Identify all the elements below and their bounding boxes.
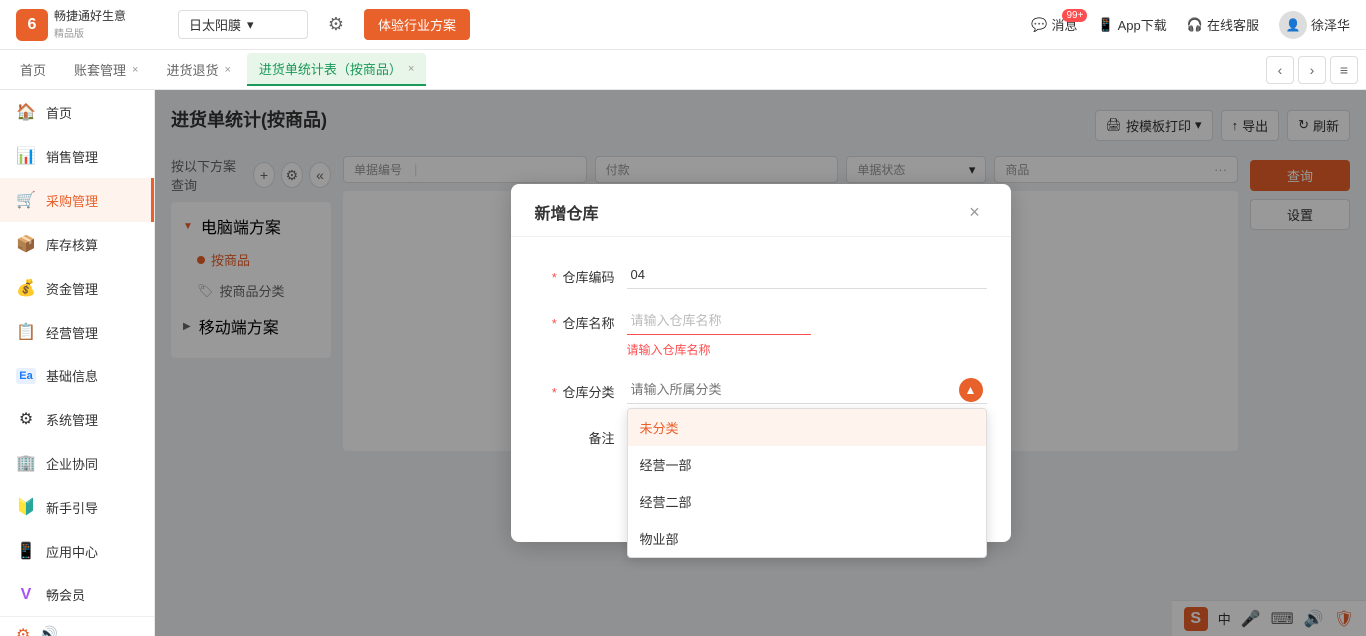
category-label: * 仓库分类 bbox=[535, 376, 615, 401]
finance-icon: 💰 bbox=[16, 278, 36, 298]
form-row-category: * 仓库分类 ▲ 未分类 经营一部 经营二部 物业部 bbox=[535, 376, 987, 404]
tab-account[interactable]: 账套管理 × bbox=[62, 54, 150, 85]
sidebar-item-home[interactable]: 🏠 首页 bbox=[0, 90, 154, 134]
inventory-icon: 📦 bbox=[16, 234, 36, 254]
form-row-name: * 仓库名称 请输入仓库名称 bbox=[535, 307, 987, 358]
main-layout: 🏠 首页 📊 销售管理 🛒 采购管理 📦 库存核算 💰 资金管理 📋 经营管理 … bbox=[0, 90, 1366, 636]
name-error-msg: 请输入仓库名称 bbox=[627, 341, 711, 358]
dialog-title: 新增仓库 bbox=[535, 200, 599, 224]
operations-icon: 📋 bbox=[16, 322, 36, 342]
category-select-wrapper: ▲ 未分类 经营一部 经营二部 物业部 bbox=[627, 376, 987, 404]
content-area: 进货单统计(按商品) 🖨 按模板打印 ▾ ↑ 导出 ↻ 刷新 bbox=[155, 90, 1366, 636]
settings-icon[interactable]: ⚙ bbox=[320, 9, 352, 41]
store-selector[interactable]: 日太阳膜 ▾ bbox=[178, 10, 308, 39]
sidebar-item-inventory[interactable]: 📦 库存核算 bbox=[0, 222, 154, 266]
user-menu-button[interactable]: 👤 徐泽华 bbox=[1279, 11, 1350, 39]
basics-icon: Ea bbox=[16, 368, 36, 384]
customer-service-button[interactable]: 🎧 在线客服 bbox=[1187, 15, 1259, 34]
settings-bottom-icon[interactable]: ⚙ bbox=[16, 625, 30, 636]
sidebar-item-finance[interactable]: 💰 资金管理 bbox=[0, 266, 154, 310]
avatar: 👤 bbox=[1279, 11, 1307, 39]
tab-expand-button[interactable]: ≡ bbox=[1330, 56, 1358, 84]
home-icon: 🏠 bbox=[16, 102, 36, 122]
category-input[interactable] bbox=[627, 376, 987, 404]
tab-next-button[interactable]: › bbox=[1298, 56, 1326, 84]
message-button[interactable]: 💬 消息 99+ bbox=[1031, 15, 1077, 34]
top-header: 6 畅捷通好生意 精品版 日太阳膜 ▾ ⚙ 体验行业方案 💬 消息 99+ 📱 … bbox=[0, 0, 1366, 50]
store-name: 日太阳膜 bbox=[189, 15, 241, 34]
app-download-button[interactable]: 📱 App下载 bbox=[1097, 15, 1166, 34]
headset-icon: 🎧 bbox=[1187, 17, 1203, 33]
user-avatar-icon: 👤 bbox=[1286, 18, 1301, 32]
sidebar-item-enterprise[interactable]: 🏢 企业协同 bbox=[0, 441, 154, 485]
dropdown-item-1[interactable]: 经营一部 bbox=[628, 446, 986, 483]
sidebar-item-guide[interactable]: 🔰 新手引导 bbox=[0, 485, 154, 529]
purchase-icon: 🛒 bbox=[16, 190, 36, 210]
apps-icon: 📱 bbox=[16, 541, 36, 561]
dropdown-item-0[interactable]: 未分类 bbox=[628, 409, 986, 446]
category-toggle-button[interactable]: ▲ bbox=[959, 378, 983, 402]
close-icon[interactable]: × bbox=[224, 64, 230, 76]
vip-icon: V bbox=[16, 586, 36, 604]
close-icon[interactable]: × bbox=[132, 64, 138, 76]
volume-icon[interactable]: 🔊 bbox=[38, 625, 58, 636]
enterprise-icon: 🏢 bbox=[16, 453, 36, 473]
add-warehouse-dialog: 新增仓库 × * 仓库编码 bbox=[511, 184, 1011, 542]
message-badge: 99+ bbox=[1062, 9, 1087, 22]
mobile-icon: 📱 bbox=[1097, 17, 1113, 33]
system-icon: ⚙ bbox=[16, 409, 36, 429]
category-dropdown: 未分类 经营一部 经营二部 物业部 bbox=[627, 408, 987, 558]
close-icon[interactable]: × bbox=[408, 63, 414, 75]
sidebar-item-sales[interactable]: 📊 销售管理 bbox=[0, 134, 154, 178]
dialog-body: * 仓库编码 * 仓库名称 bbox=[511, 237, 1011, 474]
sidebar-item-apps[interactable]: 📱 应用中心 bbox=[0, 529, 154, 573]
remark-label: 备注 bbox=[535, 422, 615, 447]
guide-icon: 🔰 bbox=[16, 497, 36, 517]
logo-icon: 6 bbox=[16, 9, 48, 41]
tab-nav-buttons: ‹ › ≡ bbox=[1266, 56, 1358, 84]
tab-purchase-return[interactable]: 进货退货 × bbox=[154, 54, 242, 85]
name-input[interactable] bbox=[627, 307, 811, 335]
logo-badge: 精品版 bbox=[54, 25, 126, 40]
dialog-overlay: 新增仓库 × * 仓库编码 bbox=[155, 90, 1366, 636]
dropdown-item-3[interactable]: 物业部 bbox=[628, 520, 986, 557]
dialog-header: 新增仓库 × bbox=[511, 184, 1011, 237]
tab-home[interactable]: 首页 bbox=[8, 54, 58, 85]
logo-area: 6 畅捷通好生意 精品版 bbox=[16, 9, 166, 41]
tab-prev-button[interactable]: ‹ bbox=[1266, 56, 1294, 84]
sales-icon: 📊 bbox=[16, 146, 36, 166]
sidebar-item-vip[interactable]: V 畅会员 bbox=[0, 573, 154, 616]
code-label: * 仓库编码 bbox=[535, 261, 615, 286]
tab-bar: 首页 账套管理 × 进货退货 × 进货单统计表（按商品） × ‹ › ≡ bbox=[0, 50, 1366, 90]
trial-button[interactable]: 体验行业方案 bbox=[364, 9, 470, 40]
sidebar-item-basics[interactable]: Ea 基础信息 bbox=[0, 354, 154, 397]
dialog-close-button[interactable]: × bbox=[963, 200, 987, 224]
sidebar-item-purchase[interactable]: 🛒 采购管理 bbox=[0, 178, 154, 222]
logo-text: 畅捷通好生意 bbox=[54, 9, 126, 25]
sidebar-item-operations[interactable]: 📋 经营管理 bbox=[0, 310, 154, 354]
chevron-down-icon: ▾ bbox=[247, 17, 254, 33]
form-row-code: * 仓库编码 bbox=[535, 261, 987, 289]
name-label: * 仓库名称 bbox=[535, 307, 615, 332]
message-icon: 💬 bbox=[1031, 17, 1047, 33]
header-right: 💬 消息 99+ 📱 App下载 🎧 在线客服 👤 徐泽华 bbox=[1031, 11, 1350, 39]
tab-purchase-stats[interactable]: 进货单统计表（按商品） × bbox=[247, 53, 426, 86]
dropdown-item-2[interactable]: 经营二部 bbox=[628, 483, 986, 520]
code-input[interactable] bbox=[627, 261, 987, 289]
sidebar: 🏠 首页 📊 销售管理 🛒 采购管理 📦 库存核算 💰 资金管理 📋 经营管理 … bbox=[0, 90, 155, 636]
sidebar-item-system[interactable]: ⚙ 系统管理 bbox=[0, 397, 154, 441]
